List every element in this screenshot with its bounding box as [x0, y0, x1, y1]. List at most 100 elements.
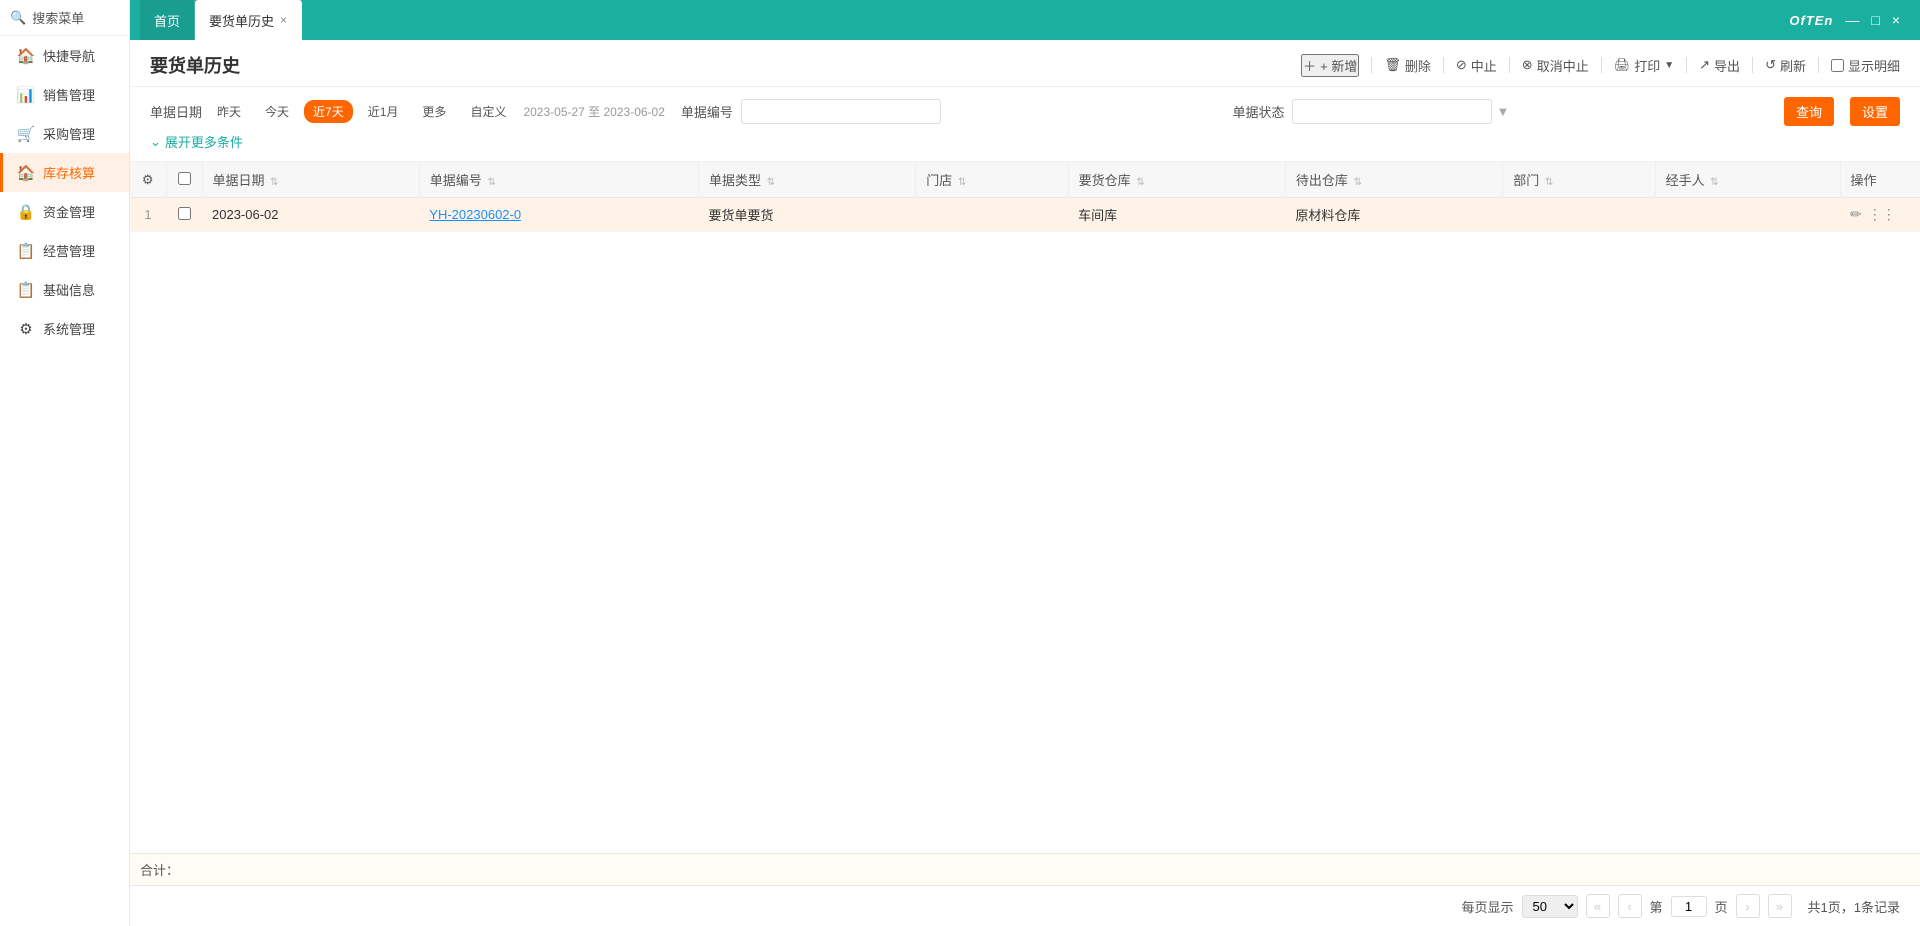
- search-menu-label: 搜索菜单: [32, 8, 84, 27]
- doc-num-label: 单据编号: [681, 102, 733, 121]
- cell-shop: [916, 198, 1068, 232]
- date-btn-1month[interactable]: 近1月: [359, 100, 408, 123]
- col-actions: 操作: [1840, 162, 1920, 198]
- date-btn-custom[interactable]: 自定义: [461, 100, 515, 123]
- sidebar-item-purchase[interactable]: 🛒 采购管理: [0, 114, 129, 153]
- cancel-stop-button[interactable]: ⊗ 取消中止: [1522, 56, 1589, 75]
- per-page-select[interactable]: 10 20 50 100: [1522, 895, 1578, 918]
- sidebar-item-operation[interactable]: 📋 经营管理: [0, 231, 129, 270]
- add-label: + 新增: [1320, 56, 1357, 75]
- date-btn-yesterday[interactable]: 昨天: [208, 100, 250, 123]
- sort-pend-wh-icon: ⇅: [1354, 177, 1362, 188]
- col-pending-warehouse[interactable]: 待出仓库 ⇅: [1285, 162, 1502, 198]
- sidebar-item-system[interactable]: ⚙ 系统管理: [0, 309, 129, 348]
- query-label: 查询: [1796, 102, 1822, 121]
- cell-handler: [1655, 198, 1840, 232]
- col-checkbox: [166, 162, 202, 198]
- print-icon: 🖨: [1614, 57, 1631, 73]
- toolbar-sep-3: [1509, 57, 1510, 73]
- purchase-icon: 🛒: [17, 125, 35, 143]
- row-edit-icon[interactable]: ✏: [1850, 206, 1862, 223]
- show-detail-checkbox-wrapper[interactable]: 显示明细: [1831, 56, 1900, 75]
- expand-more-btn[interactable]: ⌄ 展开更多条件: [150, 126, 1900, 155]
- print-label: 打印: [1634, 56, 1660, 75]
- sidebar-item-basic[interactable]: 📋 基础信息: [0, 270, 129, 309]
- export-label: 导出: [1714, 56, 1740, 75]
- status-dropdown-icon[interactable]: ▼: [1496, 104, 1509, 119]
- sidebar-item-finance[interactable]: 🔒 资金管理: [0, 192, 129, 231]
- minimize-icon[interactable]: —: [1845, 12, 1859, 28]
- tab-active[interactable]: 要货单历史 ×: [195, 0, 302, 40]
- col-type[interactable]: 单据类型 ⇅: [698, 162, 915, 198]
- maximize-icon[interactable]: □: [1871, 12, 1879, 28]
- page-number-input[interactable]: [1671, 896, 1707, 917]
- system-icon: ⚙: [17, 320, 35, 338]
- first-page-btn[interactable]: «: [1586, 894, 1610, 918]
- sidebar-item-label: 经营管理: [43, 241, 95, 260]
- export-button[interactable]: ↗ 导出: [1699, 56, 1740, 75]
- add-button[interactable]: ＋ + 新增: [1301, 54, 1359, 77]
- stop-button[interactable]: ⊘ 中止: [1456, 56, 1497, 75]
- delete-button[interactable]: 🗑 删除: [1384, 56, 1431, 75]
- toolbar-sep-6: [1752, 57, 1753, 73]
- col-date[interactable]: 单据日期 ⇅: [202, 162, 419, 198]
- sidebar-item-label: 采购管理: [43, 124, 95, 143]
- cell-actions: ✏ ⋮⋮: [1840, 198, 1920, 232]
- delete-label: 删除: [1405, 56, 1431, 75]
- date-btn-more[interactable]: 更多: [413, 100, 455, 123]
- settings-button[interactable]: 设置: [1850, 97, 1900, 126]
- settings-label: 设置: [1862, 102, 1888, 121]
- sidebar-item-inventory[interactable]: 🏠 库存核算: [0, 153, 129, 192]
- row-more-icon[interactable]: ⋮⋮: [1868, 206, 1896, 223]
- window-close-icon[interactable]: ×: [1892, 12, 1900, 28]
- date-btn-today[interactable]: 今天: [256, 100, 298, 123]
- col-handler[interactable]: 经手人 ⇅: [1655, 162, 1840, 198]
- refresh-label: 刷新: [1780, 56, 1806, 75]
- table-footer: 合计：: [130, 853, 1920, 885]
- status-input[interactable]: [1292, 99, 1492, 124]
- filter-bar: 单据日期 昨天 今天 近7天 近1月 更多 自定义 2023-05-27 至 2…: [130, 87, 1920, 162]
- show-detail-checkbox[interactable]: [1831, 59, 1844, 72]
- sales-icon: 📊: [17, 86, 35, 104]
- sidebar-item-quick-nav[interactable]: 🏠 快捷导航: [0, 36, 129, 75]
- query-button[interactable]: 查询: [1784, 97, 1834, 126]
- sort-date-icon: ⇅: [270, 177, 278, 188]
- refresh-icon: ↺: [1765, 57, 1776, 73]
- page-title: 要货单历史: [150, 52, 1301, 78]
- col-settings[interactable]: ⚙: [130, 162, 166, 198]
- print-button[interactable]: 🖨 打印 ▼: [1614, 56, 1674, 75]
- date-btn-7days[interactable]: 近7天: [304, 100, 353, 123]
- col-req-warehouse[interactable]: 要货仓库 ⇅: [1068, 162, 1285, 198]
- col-shop[interactable]: 门店 ⇅: [916, 162, 1068, 198]
- tab-active-label: 要货单历史: [209, 11, 274, 30]
- stop-label: 中止: [1471, 56, 1497, 75]
- search-icon: 🔍: [10, 10, 26, 26]
- cell-num: YH-20230602-0: [419, 198, 698, 232]
- col-dept[interactable]: 部门 ⇅: [1503, 162, 1655, 198]
- tab-close-icon[interactable]: ×: [280, 13, 287, 27]
- doc-num-input[interactable]: [741, 99, 941, 124]
- next-page-btn[interactable]: ›: [1736, 894, 1760, 918]
- sidebar: 🔍 搜索菜单 🏠 快捷导航 📊 销售管理 🛒 采购管理 🏠 库存核算 🔒 资金管…: [0, 0, 130, 926]
- col-num[interactable]: 单据编号 ⇅: [419, 162, 698, 198]
- prev-page-btn[interactable]: ‹: [1618, 894, 1642, 918]
- pagination-bar: 每页显示 10 20 50 100 « ‹ 第 页 › » 共1页，1条记录: [130, 885, 1920, 926]
- refresh-button[interactable]: ↺ 刷新: [1765, 56, 1806, 75]
- search-menu[interactable]: 🔍 搜索菜单: [0, 0, 129, 36]
- tab-home[interactable]: 首页: [140, 0, 195, 40]
- stop-icon: ⊘: [1456, 57, 1467, 73]
- select-all-checkbox[interactable]: [178, 172, 191, 185]
- cell-date: 2023-06-02: [202, 198, 419, 232]
- cell-pending-warehouse: 原材料仓库: [1285, 198, 1502, 232]
- page-header: 要货单历史 ＋ + 新增 🗑 删除 ⊘ 中止 ⊗: [130, 40, 1920, 87]
- cell-type: 要货单要货: [698, 198, 915, 232]
- sidebar-item-label: 快捷导航: [43, 46, 95, 65]
- doc-num-link[interactable]: YH-20230602-0: [429, 207, 521, 222]
- cancel-stop-label: 取消中止: [1537, 56, 1589, 75]
- last-page-btn[interactable]: »: [1768, 894, 1792, 918]
- row-checkbox[interactable]: [178, 207, 191, 220]
- cell-dept: [1503, 198, 1655, 232]
- sidebar-item-label: 基础信息: [43, 280, 95, 299]
- sidebar-item-sales[interactable]: 📊 销售管理: [0, 75, 129, 114]
- toolbar-sep-1: [1371, 57, 1372, 73]
